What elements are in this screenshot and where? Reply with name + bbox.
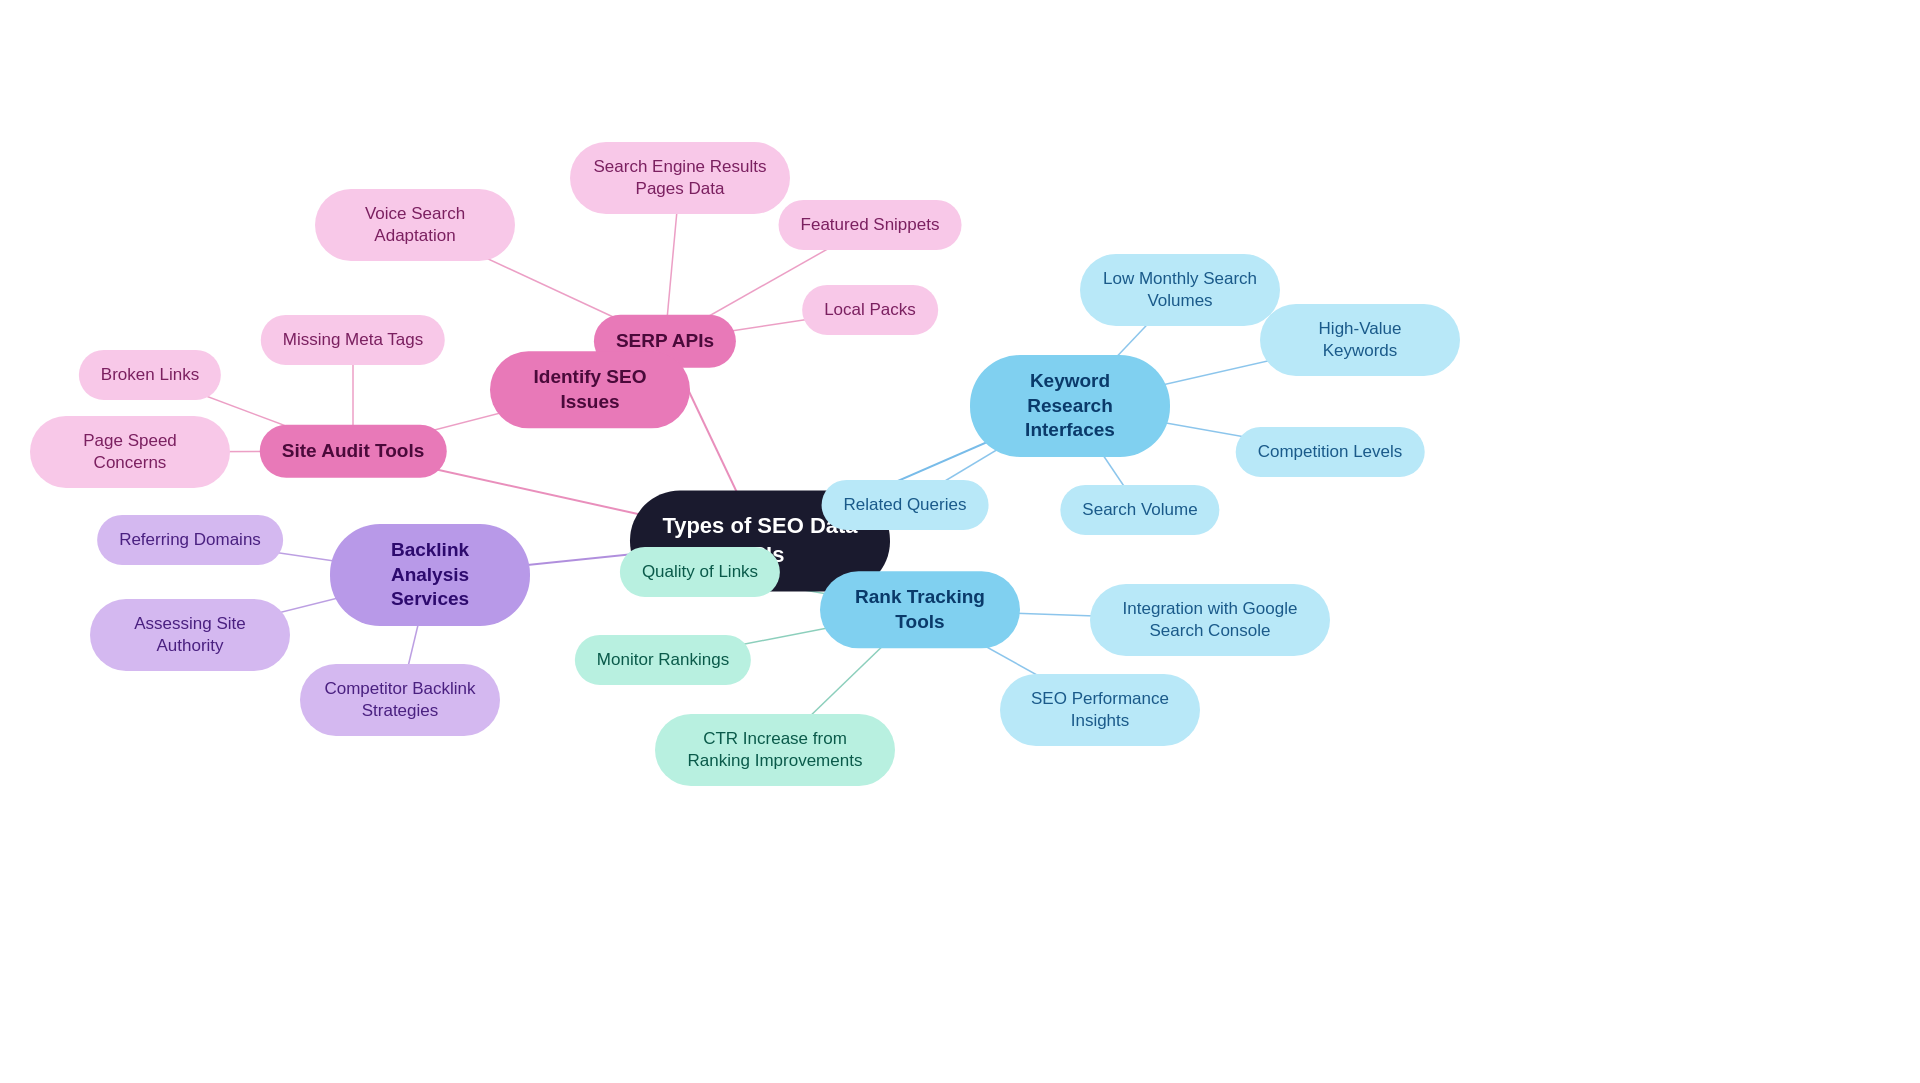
- node-rank_tracking[interactable]: Rank Tracking Tools: [820, 571, 1020, 648]
- node-competitor_backlink[interactable]: Competitor Backlink Strategies: [300, 664, 500, 736]
- node-seo_performance[interactable]: SEO Performance Insights: [1000, 674, 1200, 746]
- node-featured_snippets[interactable]: Featured Snippets: [779, 200, 962, 250]
- node-search_volume[interactable]: Search Volume: [1060, 485, 1219, 535]
- node-backlink[interactable]: Backlink Analysis Services: [330, 524, 530, 626]
- node-identify_seo[interactable]: Identify SEO Issues: [490, 351, 690, 428]
- node-referring_domains[interactable]: Referring Domains: [97, 515, 283, 565]
- node-broken_links[interactable]: Broken Links: [79, 350, 221, 400]
- node-competition_levels[interactable]: Competition Levels: [1236, 427, 1425, 477]
- node-quality_links[interactable]: Quality of Links: [620, 547, 780, 597]
- node-serp_data[interactable]: Search Engine Results Pages Data: [570, 142, 790, 214]
- node-local_packs[interactable]: Local Packs: [802, 285, 938, 335]
- node-voice_search[interactable]: Voice Search Adaptation: [315, 189, 515, 261]
- node-low_monthly[interactable]: Low Monthly Search Volumes: [1080, 254, 1280, 326]
- connection-lines: [0, 0, 1920, 1083]
- node-integration_google[interactable]: Integration with Google Search Console: [1090, 584, 1330, 656]
- node-ctr_increase[interactable]: CTR Increase from Ranking Improvements: [655, 714, 895, 786]
- node-monitor_rankings[interactable]: Monitor Rankings: [575, 635, 751, 685]
- node-high_value[interactable]: High-Value Keywords: [1260, 304, 1460, 376]
- node-site_audit[interactable]: Site Audit Tools: [260, 425, 447, 478]
- node-assessing_authority[interactable]: Assessing Site Authority: [90, 599, 290, 671]
- mind-map: Types of SEO Data APIsSERP APIsSearch En…: [0, 0, 1920, 1083]
- node-related_queries[interactable]: Related Queries: [822, 480, 989, 530]
- node-keyword_research[interactable]: Keyword Research Interfaces: [970, 355, 1170, 457]
- node-missing_meta[interactable]: Missing Meta Tags: [261, 315, 445, 365]
- node-page_speed[interactable]: Page Speed Concerns: [30, 416, 230, 488]
